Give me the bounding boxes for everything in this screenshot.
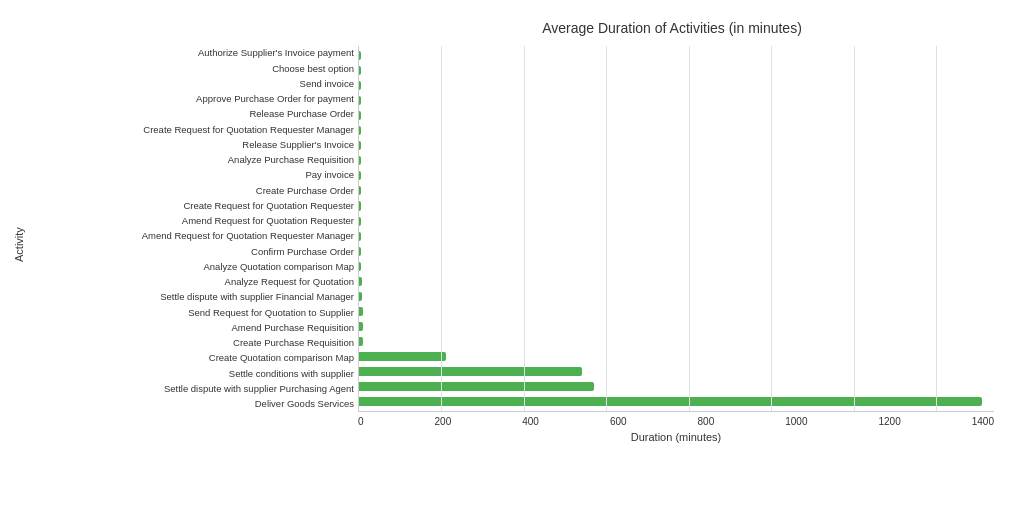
x-axis-label: Duration (minutes): [358, 431, 994, 443]
y-label: Analyze Purchase Requisition: [28, 153, 354, 168]
y-label: Analyze Quotation comparison Map: [28, 260, 354, 275]
y-label: Pay invoice: [28, 168, 354, 183]
bar-row: [359, 183, 994, 198]
grid-line: [524, 46, 525, 411]
bar-row: [359, 364, 994, 379]
bar-row: [359, 123, 994, 138]
plot-area: [358, 46, 994, 412]
bar: [359, 66, 361, 75]
y-label: Deliver Goods Services: [28, 397, 354, 412]
bar: [359, 51, 361, 60]
bar: [359, 397, 982, 406]
grid-line: [606, 46, 607, 411]
y-label: Analyze Request for Quotation: [28, 275, 354, 290]
y-axis-label: Activity: [10, 46, 28, 443]
bar: [359, 247, 361, 256]
bar: [359, 232, 361, 241]
x-tick: 0: [358, 416, 364, 427]
bar-row: [359, 274, 994, 289]
bar: [359, 307, 363, 316]
y-label: Amend Request for Quotation Requester: [28, 214, 354, 229]
y-label: Create Purchase Order: [28, 183, 354, 198]
bar: [359, 201, 361, 210]
y-label: Send Request for Quotation to Supplier: [28, 305, 354, 320]
x-tick: 800: [698, 416, 715, 427]
bar-row: [359, 319, 994, 334]
x-tick: 1200: [878, 416, 900, 427]
y-label: Send invoice: [28, 77, 354, 92]
bar: [359, 156, 361, 165]
bar-row: [359, 153, 994, 168]
x-ticks: 0 200 400 600 800 1000 1200 1400: [358, 412, 994, 427]
bar-row: [359, 304, 994, 319]
bar: [359, 111, 361, 120]
bar: [359, 277, 362, 286]
chart-inner: Authorize Supplier's Invoice paymentChoo…: [28, 46, 994, 443]
bar-row: [359, 214, 994, 229]
bar-row: [359, 138, 994, 153]
x-tick: 200: [435, 416, 452, 427]
y-label: Settle dispute with supplier Financial M…: [28, 290, 354, 305]
y-label: Amend Request for Quotation Requester Ma…: [28, 229, 354, 244]
bar-row: [359, 244, 994, 259]
bar: [359, 96, 361, 105]
y-label: Release Purchase Order: [28, 107, 354, 122]
chart-body: Activity Authorize Supplier's Invoice pa…: [10, 46, 994, 443]
y-label: Confirm Purchase Order: [28, 244, 354, 259]
chart-container: Average Duration of Activities (in minut…: [0, 0, 1024, 517]
grid-line: [441, 46, 442, 411]
bar-row: [359, 168, 994, 183]
bar-row: [359, 379, 994, 394]
bar-row: [359, 198, 994, 213]
grid-line: [936, 46, 937, 411]
bar-row: [359, 63, 994, 78]
bars-container: [359, 46, 994, 411]
y-label: Create Request for Quotation Requester: [28, 199, 354, 214]
bar-row: [359, 93, 994, 108]
y-label: Create Purchase Requisition: [28, 336, 354, 351]
bar-row: [359, 289, 994, 304]
bar: [359, 81, 361, 90]
bar-row: [359, 394, 994, 409]
y-label: Release Supplier's Invoice: [28, 138, 354, 153]
bar: [359, 292, 362, 301]
bars-area: Authorize Supplier's Invoice paymentChoo…: [28, 46, 994, 412]
bar: [359, 367, 582, 376]
bar: [359, 186, 361, 195]
y-label: Settle dispute with supplier Purchasing …: [28, 382, 354, 397]
y-label: Authorize Supplier's Invoice payment: [28, 46, 354, 61]
y-label: Approve Purchase Order for payment: [28, 92, 354, 107]
y-label: Settle conditions with supplier: [28, 366, 354, 381]
bar-row: [359, 259, 994, 274]
bar: [359, 322, 363, 331]
y-label: Amend Purchase Requisition: [28, 321, 354, 336]
bar-row: [359, 229, 994, 244]
y-label: Create Request for Quotation Requester M…: [28, 122, 354, 137]
y-label: Choose best option: [28, 61, 354, 76]
bar: [359, 141, 361, 150]
bar-row: [359, 334, 994, 349]
y-label: Create Quotation comparison Map: [28, 351, 354, 366]
bar-row: [359, 349, 994, 364]
bar: [359, 337, 363, 346]
x-tick: 1400: [972, 416, 994, 427]
bar: [359, 382, 594, 391]
bar: [359, 262, 361, 271]
bar: [359, 352, 446, 361]
bar-row: [359, 78, 994, 93]
bar-row: [359, 48, 994, 63]
x-tick: 400: [522, 416, 539, 427]
x-tick: 1000: [785, 416, 807, 427]
grid-line: [854, 46, 855, 411]
x-tick: 600: [610, 416, 627, 427]
bar-row: [359, 108, 994, 123]
bar: [359, 171, 361, 180]
bar: [359, 126, 361, 135]
grid-line: [771, 46, 772, 411]
grid-line: [689, 46, 690, 411]
bar: [359, 217, 361, 226]
y-labels: Authorize Supplier's Invoice paymentChoo…: [28, 46, 358, 412]
chart-title: Average Duration of Activities (in minut…: [10, 20, 994, 36]
